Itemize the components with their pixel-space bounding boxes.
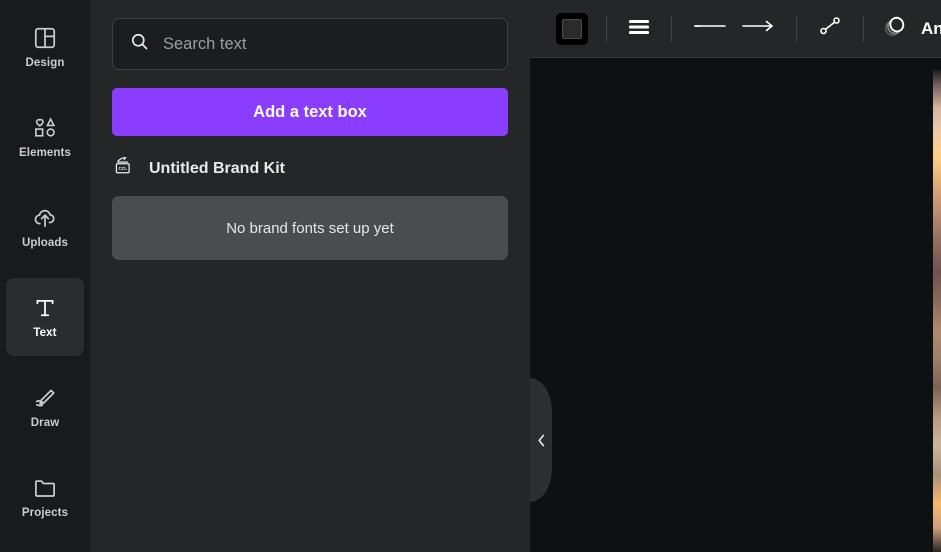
sidebar-item-projects[interactable]: Projects — [6, 458, 84, 536]
spacing-increase-button[interactable] — [734, 12, 782, 46]
top-toolbar: Animate — [530, 0, 941, 58]
text-align-button[interactable] — [621, 12, 657, 46]
color-swatch-button[interactable] — [552, 12, 592, 46]
no-brand-fonts-card[interactable]: No brand fonts set up yet — [112, 196, 508, 260]
toolbar-divider — [671, 15, 672, 42]
canvas-area: Animate — [530, 0, 941, 552]
sidebar-item-elements[interactable]: Elements — [6, 98, 84, 176]
canva-editor-window: Design Elements Uploads Text Draw Projec… — [0, 0, 941, 552]
sidebar-item-uploads[interactable]: Uploads — [6, 188, 84, 266]
color-swatch-icon — [556, 12, 588, 45]
text-align-icon — [625, 14, 653, 43]
toolbar-divider — [606, 15, 607, 42]
sidebar-item-label: Elements — [19, 146, 71, 159]
sidebar-item-draw[interactable]: Draw — [6, 368, 84, 446]
animate-icon — [880, 12, 910, 45]
svg-text:CO.: CO. — [118, 166, 127, 172]
design-icon — [32, 25, 58, 51]
connector-line-icon — [815, 13, 845, 44]
sidebar-item-design[interactable]: Design — [6, 8, 84, 86]
line-start-icon — [690, 14, 730, 43]
search-icon — [129, 31, 150, 57]
left-sidebar: Design Elements Uploads Text Draw Projec… — [0, 0, 90, 552]
position-button[interactable] — [811, 12, 849, 46]
toolbar-divider — [863, 15, 864, 42]
text-icon — [32, 295, 58, 321]
projects-icon — [32, 475, 58, 501]
text-panel: Search text Add a text box CO. Untitled … — [90, 0, 530, 552]
search-input[interactable]: Search text — [112, 18, 508, 70]
sidebar-item-label: Design — [25, 56, 65, 69]
uploads-icon — [32, 205, 58, 231]
line-arrow-icon — [738, 14, 778, 43]
add-text-box-button[interactable]: Add a text box — [112, 88, 508, 136]
animate-button[interactable]: Animate — [880, 12, 941, 45]
brand-kit-title: Untitled Brand Kit — [149, 160, 285, 177]
animate-label: Animate — [921, 18, 941, 38]
canvas-artwork-edge[interactable] — [933, 70, 941, 552]
collapse-panel-button[interactable] — [530, 378, 552, 502]
sidebar-item-label: Draw — [30, 416, 60, 429]
sidebar-item-label: Text — [33, 326, 57, 339]
draw-icon — [32, 385, 58, 411]
elements-icon — [32, 115, 58, 141]
sidebar-item-label: Projects — [21, 506, 69, 519]
spacing-decrease-button[interactable] — [686, 12, 734, 46]
toolbar-divider — [796, 15, 797, 42]
brand-kit-header[interactable]: CO. Untitled Brand Kit — [112, 156, 508, 182]
sidebar-item-text[interactable]: Text — [6, 278, 84, 356]
brand-kit-icon: CO. — [112, 154, 137, 184]
sidebar-item-label: Uploads — [21, 236, 69, 249]
chevron-left-icon — [536, 433, 547, 448]
search-placeholder: Search text — [163, 34, 247, 53]
